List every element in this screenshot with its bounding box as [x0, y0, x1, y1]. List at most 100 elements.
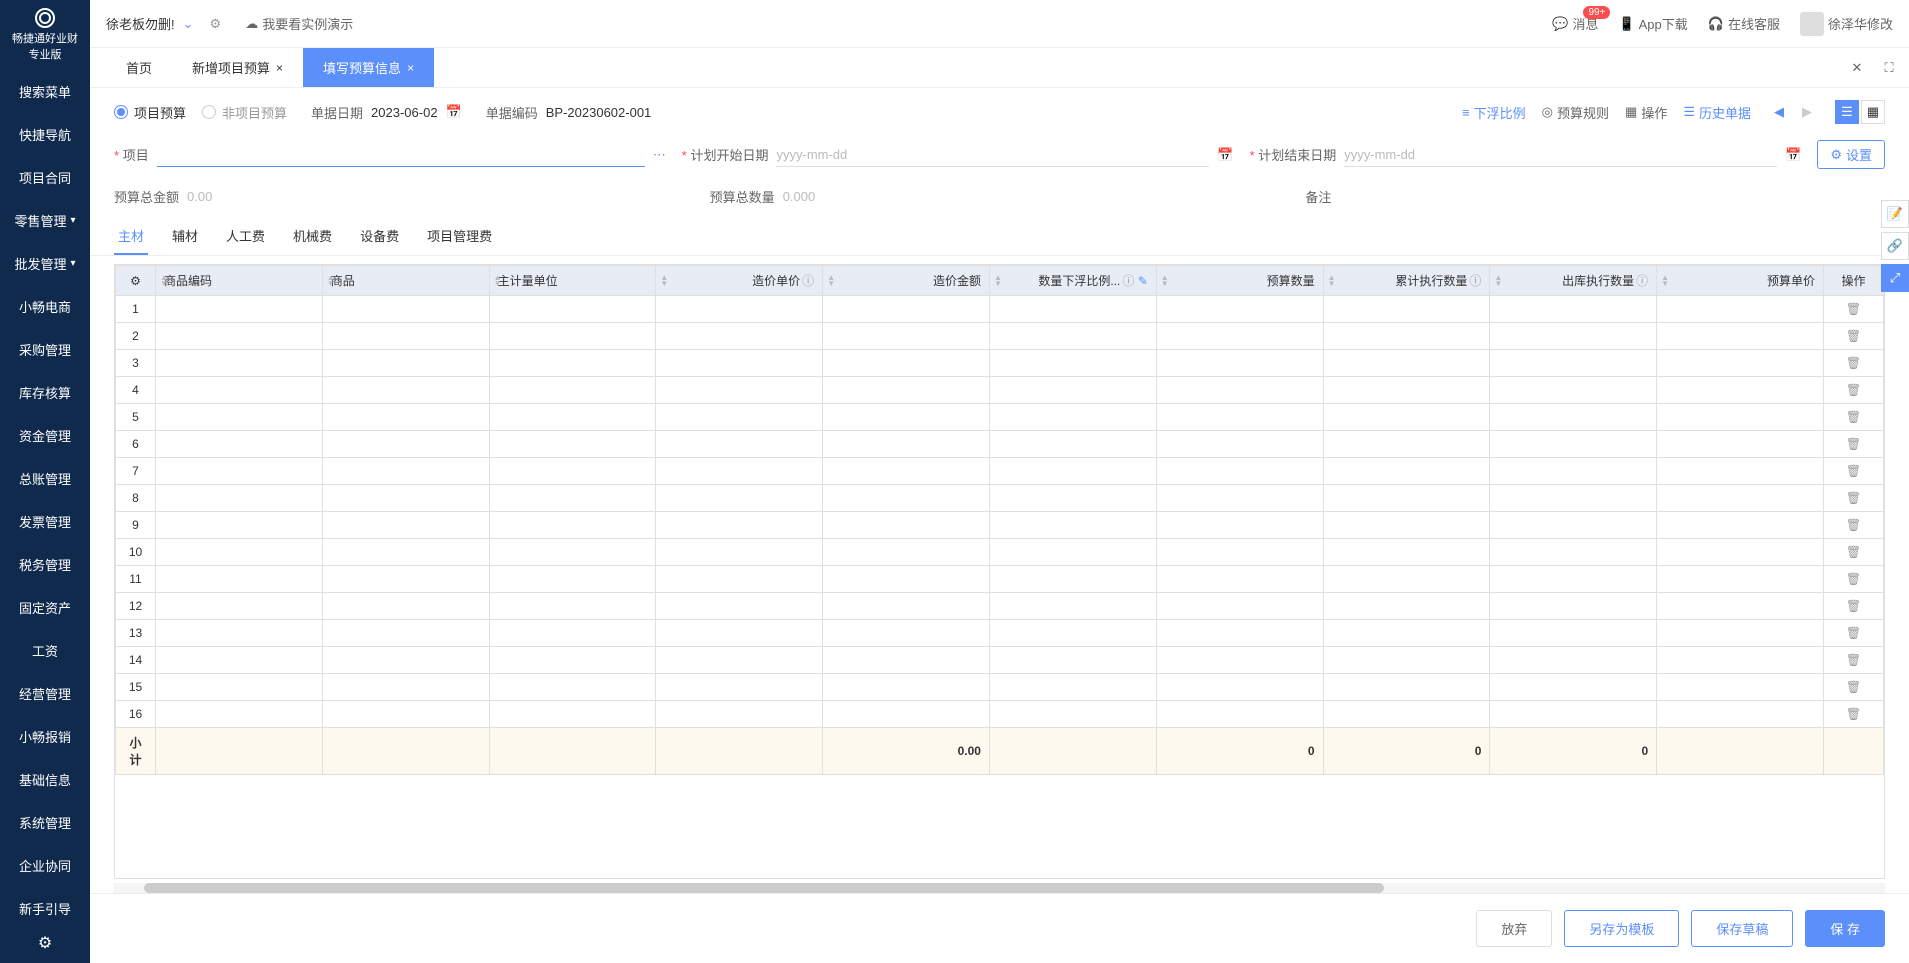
nav-item-4[interactable]: 批发管理▾	[0, 242, 90, 285]
cell[interactable]	[322, 377, 489, 404]
delete-icon[interactable]: 🗑	[1846, 599, 1861, 613]
cell[interactable]	[1156, 566, 1323, 593]
delete-icon[interactable]: 🗑	[1846, 437, 1861, 451]
cell[interactable]	[1156, 485, 1323, 512]
cell[interactable]	[989, 431, 1156, 458]
table-row[interactable]: 11🗑	[116, 566, 1884, 593]
cell[interactable]	[1156, 431, 1323, 458]
messages-button[interactable]: 💬 消息 99+	[1552, 14, 1598, 33]
cell[interactable]	[1323, 350, 1490, 377]
cell[interactable]	[1490, 512, 1657, 539]
cell[interactable]	[1323, 431, 1490, 458]
table-row[interactable]: 16🗑	[116, 701, 1884, 728]
cell[interactable]	[156, 377, 323, 404]
nav-item-1[interactable]: 快捷导航	[0, 113, 90, 156]
cell[interactable]	[1657, 512, 1824, 539]
prev-page-icon[interactable]: ◀	[1767, 100, 1791, 124]
table-row[interactable]: 7🗑	[116, 458, 1884, 485]
remark-input[interactable]	[1339, 185, 1885, 208]
cell[interactable]	[156, 431, 323, 458]
cell[interactable]	[156, 458, 323, 485]
nav-item-11[interactable]: 税务管理	[0, 543, 90, 586]
horizontal-scrollbar[interactable]	[114, 883, 1885, 893]
cell[interactable]	[489, 539, 656, 566]
cell[interactable]	[823, 404, 990, 431]
budget-rule-link[interactable]: ◎ 预算规则	[1542, 103, 1609, 122]
cell[interactable]	[656, 566, 823, 593]
cell[interactable]	[489, 647, 656, 674]
cell[interactable]	[1490, 323, 1657, 350]
nav-item-19[interactable]: 新手引导	[0, 887, 90, 923]
user-menu[interactable]: 徐泽华修改	[1800, 12, 1893, 36]
cell[interactable]	[489, 458, 656, 485]
column-header-4[interactable]: ▲▼造价金额	[823, 266, 990, 296]
nav-item-7[interactable]: 库存核算	[0, 371, 90, 414]
category-tab-5[interactable]: 项目管理费	[423, 216, 496, 255]
table-row[interactable]: 13🗑	[116, 620, 1884, 647]
cell[interactable]	[1657, 539, 1824, 566]
save-template-button[interactable]: 另存为模板	[1564, 910, 1679, 947]
cell[interactable]	[1490, 593, 1657, 620]
cell[interactable]	[1156, 377, 1323, 404]
cell[interactable]	[1490, 404, 1657, 431]
float-attach-icon[interactable]: 🔗	[1881, 232, 1909, 260]
cell[interactable]	[1657, 458, 1824, 485]
cell[interactable]	[823, 431, 990, 458]
cell[interactable]	[156, 485, 323, 512]
cell[interactable]	[322, 620, 489, 647]
cell[interactable]	[1156, 323, 1323, 350]
cell[interactable]	[656, 377, 823, 404]
category-tab-0[interactable]: 主材	[114, 216, 148, 255]
float-expand-icon[interactable]: ⤢	[1881, 264, 1909, 292]
table-row[interactable]: 6🗑	[116, 431, 1884, 458]
cell[interactable]	[489, 377, 656, 404]
cell[interactable]	[322, 350, 489, 377]
cell[interactable]	[322, 485, 489, 512]
category-tab-4[interactable]: 设备费	[356, 216, 403, 255]
cell[interactable]	[989, 593, 1156, 620]
nav-item-10[interactable]: 发票管理	[0, 500, 90, 543]
cell[interactable]	[156, 512, 323, 539]
cell[interactable]	[156, 323, 323, 350]
nav-item-2[interactable]: 项目合同	[0, 156, 90, 199]
view-list-icon[interactable]: ☰	[1835, 100, 1859, 124]
nav-item-14[interactable]: 经营管理	[0, 672, 90, 715]
nav-item-16[interactable]: 基础信息	[0, 758, 90, 801]
cell[interactable]	[823, 593, 990, 620]
cell[interactable]	[489, 431, 656, 458]
cell[interactable]	[1657, 674, 1824, 701]
demo-link[interactable]: ☁ 我要看实例演示	[245, 14, 353, 33]
table-row[interactable]: 10🗑	[116, 539, 1884, 566]
delete-icon[interactable]: 🗑	[1846, 329, 1861, 343]
delete-icon[interactable]: 🗑	[1846, 626, 1861, 640]
nav-item-15[interactable]: 小畅报销	[0, 715, 90, 758]
column-header-6[interactable]: ▲▼预算数量	[1156, 266, 1323, 296]
table-row[interactable]: 1🗑	[116, 296, 1884, 323]
cell[interactable]	[489, 404, 656, 431]
cell[interactable]	[1490, 377, 1657, 404]
delete-icon[interactable]: 🗑	[1846, 680, 1861, 694]
close-icon[interactable]: ×	[407, 61, 414, 75]
cell[interactable]	[1323, 512, 1490, 539]
help-icon[interactable]: ⓘ	[1636, 274, 1648, 288]
sort-icon[interactable]: ▲▼	[494, 275, 502, 287]
cell[interactable]	[989, 674, 1156, 701]
sort-icon[interactable]: ▲▼	[327, 275, 335, 287]
cell[interactable]	[489, 512, 656, 539]
nav-item-5[interactable]: 小畅电商	[0, 285, 90, 328]
cell[interactable]	[989, 458, 1156, 485]
table-row[interactable]: 3🗑	[116, 350, 1884, 377]
delete-icon[interactable]: 🗑	[1846, 410, 1861, 424]
cell[interactable]	[989, 377, 1156, 404]
cell[interactable]	[322, 296, 489, 323]
float-ratio-link[interactable]: ≡ 下浮比例	[1462, 103, 1526, 122]
tab-close-all-icon[interactable]: ✕	[1845, 56, 1869, 80]
cell[interactable]	[1156, 701, 1323, 728]
cell[interactable]	[156, 566, 323, 593]
nav-item-18[interactable]: 企业协同	[0, 844, 90, 887]
tab-1[interactable]: 新增项目预算×	[172, 48, 303, 87]
cell[interactable]	[322, 593, 489, 620]
cell[interactable]	[823, 566, 990, 593]
cell[interactable]	[1156, 512, 1323, 539]
sort-icon[interactable]: ▲▼	[1494, 275, 1502, 287]
